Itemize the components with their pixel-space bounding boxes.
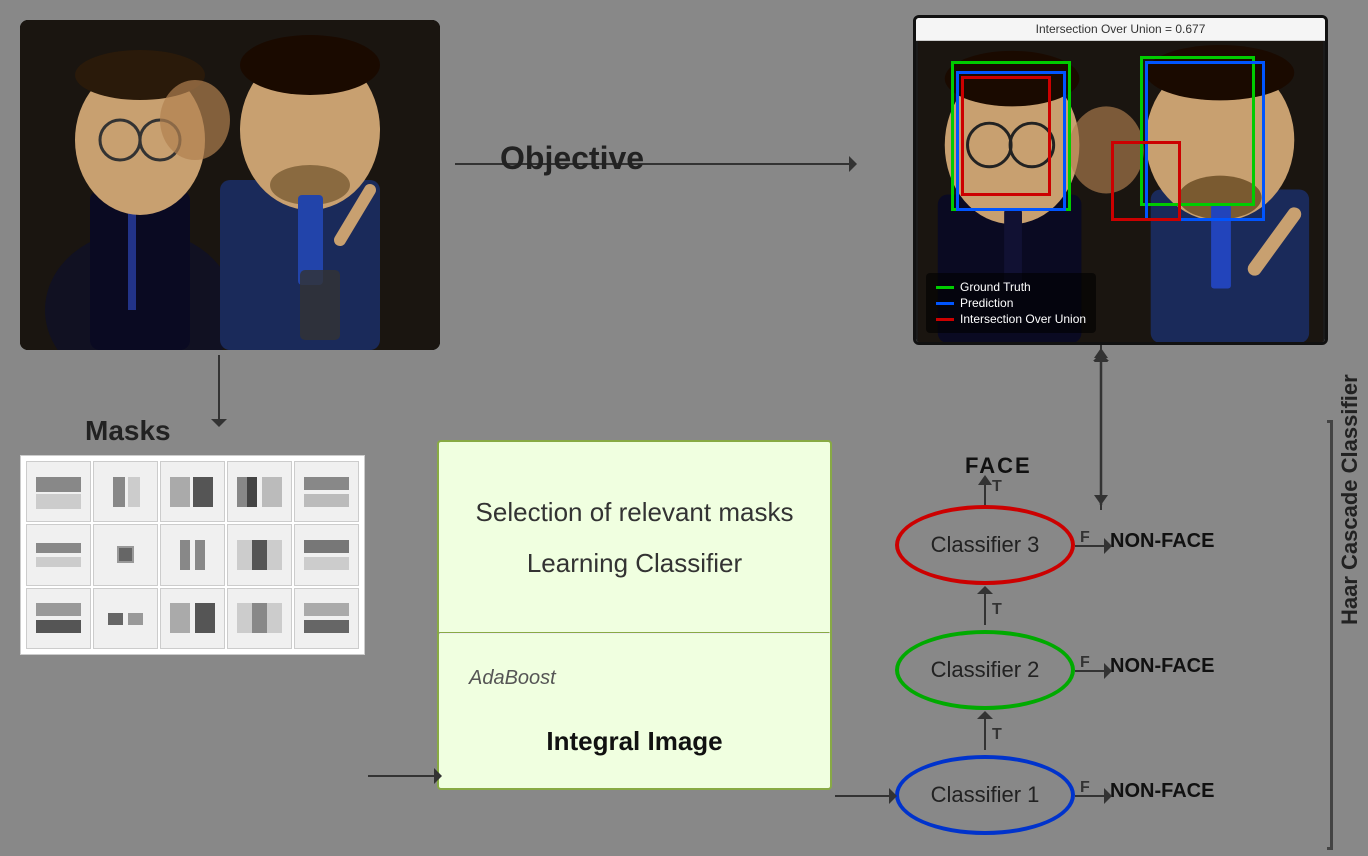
mask-cell (26, 524, 91, 585)
f-label-2: F (1080, 654, 1090, 672)
learning-text: Learning Classifier (476, 548, 794, 579)
mask-cell (160, 524, 225, 585)
input-photo (20, 20, 440, 350)
mask-cell (26, 461, 91, 522)
arrow-c2-to-c3 (984, 588, 986, 625)
mask-cell (227, 524, 292, 585)
legend-color-blue (936, 302, 954, 305)
mask-cell (93, 461, 158, 522)
bbox-iou-2 (1111, 141, 1181, 221)
haar-cascade-label: Haar Cascade Classifier (1337, 200, 1363, 800)
mask-cell (160, 461, 225, 522)
mask-cell (93, 588, 158, 649)
mask-cell (294, 461, 359, 522)
legend-text-iou: Intersection Over Union (960, 312, 1086, 326)
mask-cell (227, 461, 292, 522)
integral-image-text: Integral Image (469, 726, 800, 757)
mask-cell (227, 588, 292, 649)
t-label-3: T (992, 478, 1002, 496)
haar-cascade-bracket (1327, 420, 1333, 850)
mask-cell (294, 524, 359, 585)
non-face-1-label: NON-FACE (1110, 780, 1214, 803)
output-legend: Ground Truth Prediction Intersection Ove… (926, 273, 1096, 333)
t-label-1: T (992, 726, 1002, 744)
arrow-c3-to-output (1100, 355, 1102, 510)
objective-label: Objective (500, 140, 644, 177)
arrow-masks-to-greenbox (368, 775, 440, 777)
classifier-3: Classifier 3 (895, 505, 1075, 585)
arrow-c1-to-c2 (984, 713, 986, 750)
face-label: FACE (965, 453, 1032, 479)
arrow-input-to-masks (218, 355, 220, 425)
legend-color-green (936, 286, 954, 289)
classifier-2-label: Classifier 2 (931, 657, 1040, 683)
output-photo-area: Ground Truth Prediction Intersection Ove… (916, 41, 1325, 343)
classifier-3-label: Classifier 3 (931, 532, 1040, 558)
t-label-2: T (992, 601, 1002, 619)
green-box-upper: Selection of relevant masks Learning Cla… (439, 442, 830, 632)
legend-item-prediction: Prediction (936, 296, 1086, 310)
output-title-bar: Intersection Over Union = 0.677 (916, 18, 1325, 41)
mask-cell (294, 588, 359, 649)
classifier-1-label: Classifier 1 (931, 782, 1040, 808)
legend-item-iou: Intersection Over Union (936, 312, 1086, 326)
non-face-2-label: NON-FACE (1110, 655, 1214, 678)
masks-label: Masks (85, 415, 171, 447)
legend-text-ground-truth: Ground Truth (960, 280, 1031, 294)
adaboost-text: AdaBoost (469, 667, 800, 690)
legend-color-red (936, 318, 954, 321)
f-label-3: F (1080, 529, 1090, 547)
legend-text-prediction: Prediction (960, 296, 1013, 310)
non-face-3-label: NON-FACE (1110, 530, 1214, 553)
mask-cell (160, 588, 225, 649)
green-box-lower: AdaBoost Integral Image (439, 634, 830, 790)
bbox-iou-1 (961, 76, 1051, 196)
output-image-box: Intersection Over Union = 0.677 (913, 15, 1328, 345)
green-box: Selection of relevant masks Learning Cla… (437, 440, 832, 790)
mask-cell (93, 524, 158, 585)
selection-text: Selection of relevant masks (476, 496, 794, 530)
legend-item-ground-truth: Ground Truth (936, 280, 1086, 294)
mask-cell (26, 588, 91, 649)
masks-grid (20, 455, 365, 655)
arrow-greenbox-to-c1 (835, 795, 895, 797)
classifier-1: Classifier 1 (895, 755, 1075, 835)
f-label-1: F (1080, 779, 1090, 797)
classifier-2: Classifier 2 (895, 630, 1075, 710)
